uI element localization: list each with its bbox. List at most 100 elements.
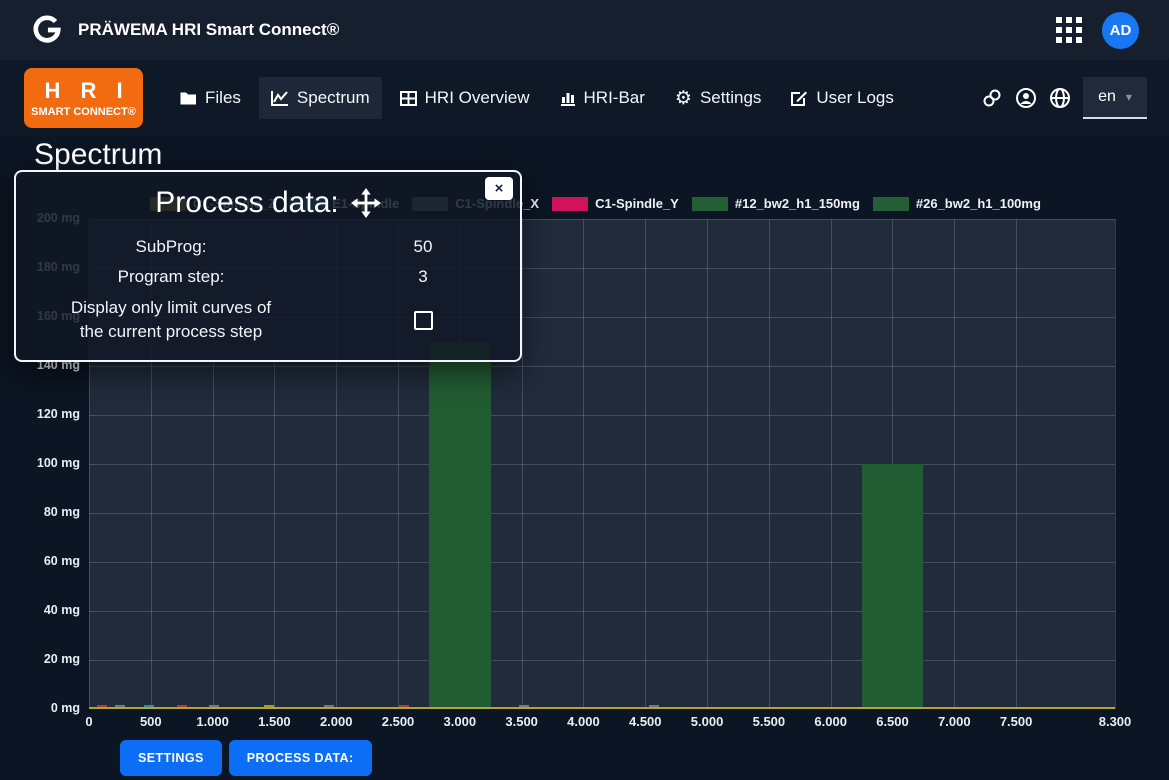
y-tick-label: 100 mg xyxy=(36,456,80,470)
x-tick-label: 1.500 xyxy=(258,714,291,729)
table-icon xyxy=(399,90,417,106)
limit-curve-bar xyxy=(861,464,924,709)
legend-label: C1-Spindle_Y xyxy=(595,196,679,211)
gridline-h xyxy=(89,611,1115,612)
x-tick-label: 3.500 xyxy=(505,714,538,729)
noise-speck xyxy=(324,705,334,707)
gridline-v xyxy=(645,219,647,709)
move-icon[interactable] xyxy=(350,188,381,218)
nav-item-user-logs[interactable]: User Logs xyxy=(779,77,905,119)
settings-button[interactable]: SETTINGS xyxy=(120,740,222,776)
line-chart-icon xyxy=(270,91,288,106)
app-window: PRÄWEMA HRI Smart Connect® AD H R I SMAR… xyxy=(0,0,1169,780)
nav-items: Files Spectrum HRI Overview HRI-Bar ⚙ Se… xyxy=(168,60,906,136)
gridline-v xyxy=(1016,219,1018,709)
limit-curves-checkbox[interactable] xyxy=(413,310,433,330)
legend-swatch xyxy=(552,196,589,211)
language-selector[interactable]: en ▾ xyxy=(1083,77,1147,119)
gridline-h xyxy=(89,464,1115,465)
gridline-v xyxy=(583,219,585,709)
nav-item-hri-bar[interactable]: HRI-Bar xyxy=(548,77,657,119)
noise-speck xyxy=(97,705,107,707)
legend-item[interactable]: #12_bw2_h1_150mg xyxy=(691,196,860,211)
gridline-h xyxy=(89,660,1115,661)
x-tick-label: 7.500 xyxy=(999,714,1033,729)
gridline-v xyxy=(954,219,956,709)
nav-label: User Logs xyxy=(816,88,894,107)
gear-icon: ⚙ xyxy=(674,87,692,109)
x-tick-label: 6.000 xyxy=(814,714,847,729)
close-icon[interactable]: × xyxy=(485,177,513,200)
y-tick-label: 0 mg xyxy=(50,701,80,715)
gridline-v xyxy=(707,219,709,709)
x-tick-label: 0 xyxy=(85,714,93,729)
modal-row-subprog: SubProg: 50 xyxy=(16,232,520,262)
x-tick-label: 2.500 xyxy=(381,714,415,729)
legend-item[interactable]: #26_bw2_h1_100mg xyxy=(872,196,1041,211)
nav-item-settings[interactable]: ⚙ Settings xyxy=(663,77,773,119)
program-step-label: Program step: xyxy=(117,267,225,286)
gridline-v xyxy=(830,219,832,709)
x-tick-label: 7.000 xyxy=(938,714,971,729)
y-tick-label: 20 mg xyxy=(43,652,80,666)
nav-label: Spectrum xyxy=(296,88,370,107)
gridline-h xyxy=(89,366,1115,367)
bar-chart-icon xyxy=(560,93,575,106)
gridline-h xyxy=(89,415,1115,416)
brand-line2: SMART CONNECT® xyxy=(31,106,136,118)
edit-square-icon xyxy=(791,91,808,106)
nav-item-hri-overview[interactable]: HRI Overview xyxy=(388,77,542,119)
x-tick-label: 4.000 xyxy=(567,714,600,729)
hri-brand-badge[interactable]: H R I SMART CONNECT® xyxy=(24,68,143,128)
gridline-h xyxy=(89,562,1115,563)
app-title: PRÄWEMA HRI Smart Connect® xyxy=(78,20,340,39)
baseline-series xyxy=(89,707,1115,709)
noise-speck xyxy=(177,705,187,707)
x-tick-label: 3.000 xyxy=(443,714,477,729)
user-circle-icon[interactable] xyxy=(1015,87,1037,109)
x-tick-label: 5.500 xyxy=(752,714,786,729)
legend-label: #26_bw2_h1_100mg xyxy=(915,196,1041,211)
legend-swatch xyxy=(691,196,728,211)
legend-label: #12_bw2_h1_150mg xyxy=(734,196,860,211)
x-tick-label: 6.500 xyxy=(876,714,909,729)
y-tick-label: 120 mg xyxy=(36,407,80,421)
nav-label: HRI Overview xyxy=(424,88,530,107)
modal-title: Process data: xyxy=(155,186,339,219)
gridline-v xyxy=(768,219,770,709)
brand-line1: H R I xyxy=(44,78,130,103)
modal-row-program-step: Program step: 3 xyxy=(16,262,520,292)
language-value: en xyxy=(1098,88,1116,105)
x-tick-label: 2.000 xyxy=(319,714,353,729)
praewema-logo-icon xyxy=(33,15,61,43)
x-tick-label: 5.000 xyxy=(690,714,724,729)
chevron-down-icon: ▾ xyxy=(1125,90,1132,104)
apps-grid-icon[interactable] xyxy=(1056,17,1082,43)
noise-speck xyxy=(519,705,529,707)
x-tick-label: 8.300 xyxy=(1098,714,1132,729)
noise-speck xyxy=(115,705,125,707)
main-navbar: H R I SMART CONNECT® Files Spectrum HRI … xyxy=(0,60,1169,136)
link-icon[interactable] xyxy=(981,87,1003,109)
noise-speck xyxy=(649,705,659,707)
noise-speck xyxy=(399,705,409,707)
y-tick-label: 80 mg xyxy=(43,505,80,519)
x-tick-label: 4.500 xyxy=(628,714,662,729)
user-avatar[interactable]: AD xyxy=(1102,11,1139,49)
noise-speck xyxy=(264,705,274,707)
nav-label: Files xyxy=(205,88,241,107)
folder-icon xyxy=(180,92,196,104)
topbar: PRÄWEMA HRI Smart Connect® AD xyxy=(0,0,1169,60)
x-tick-label: 1.000 xyxy=(196,714,229,729)
nav-item-spectrum[interactable]: Spectrum xyxy=(258,77,382,119)
process-data-button[interactable]: PROCESS DATA: xyxy=(228,740,372,776)
x-tick-label: 500 xyxy=(139,714,162,729)
nav-item-files[interactable]: Files xyxy=(168,77,253,119)
y-tick-label: 60 mg xyxy=(43,554,80,568)
globe-icon[interactable] xyxy=(1049,87,1071,109)
process-data-modal: × Process data: SubProg: 50 Program step… xyxy=(14,170,522,362)
legend-item[interactable]: C1-Spindle_Y xyxy=(552,196,679,211)
program-step-value: 3 xyxy=(418,267,428,286)
subprog-label: SubProg: xyxy=(135,237,207,256)
limit-curves-label: Display only limit curves of the current… xyxy=(70,298,272,341)
